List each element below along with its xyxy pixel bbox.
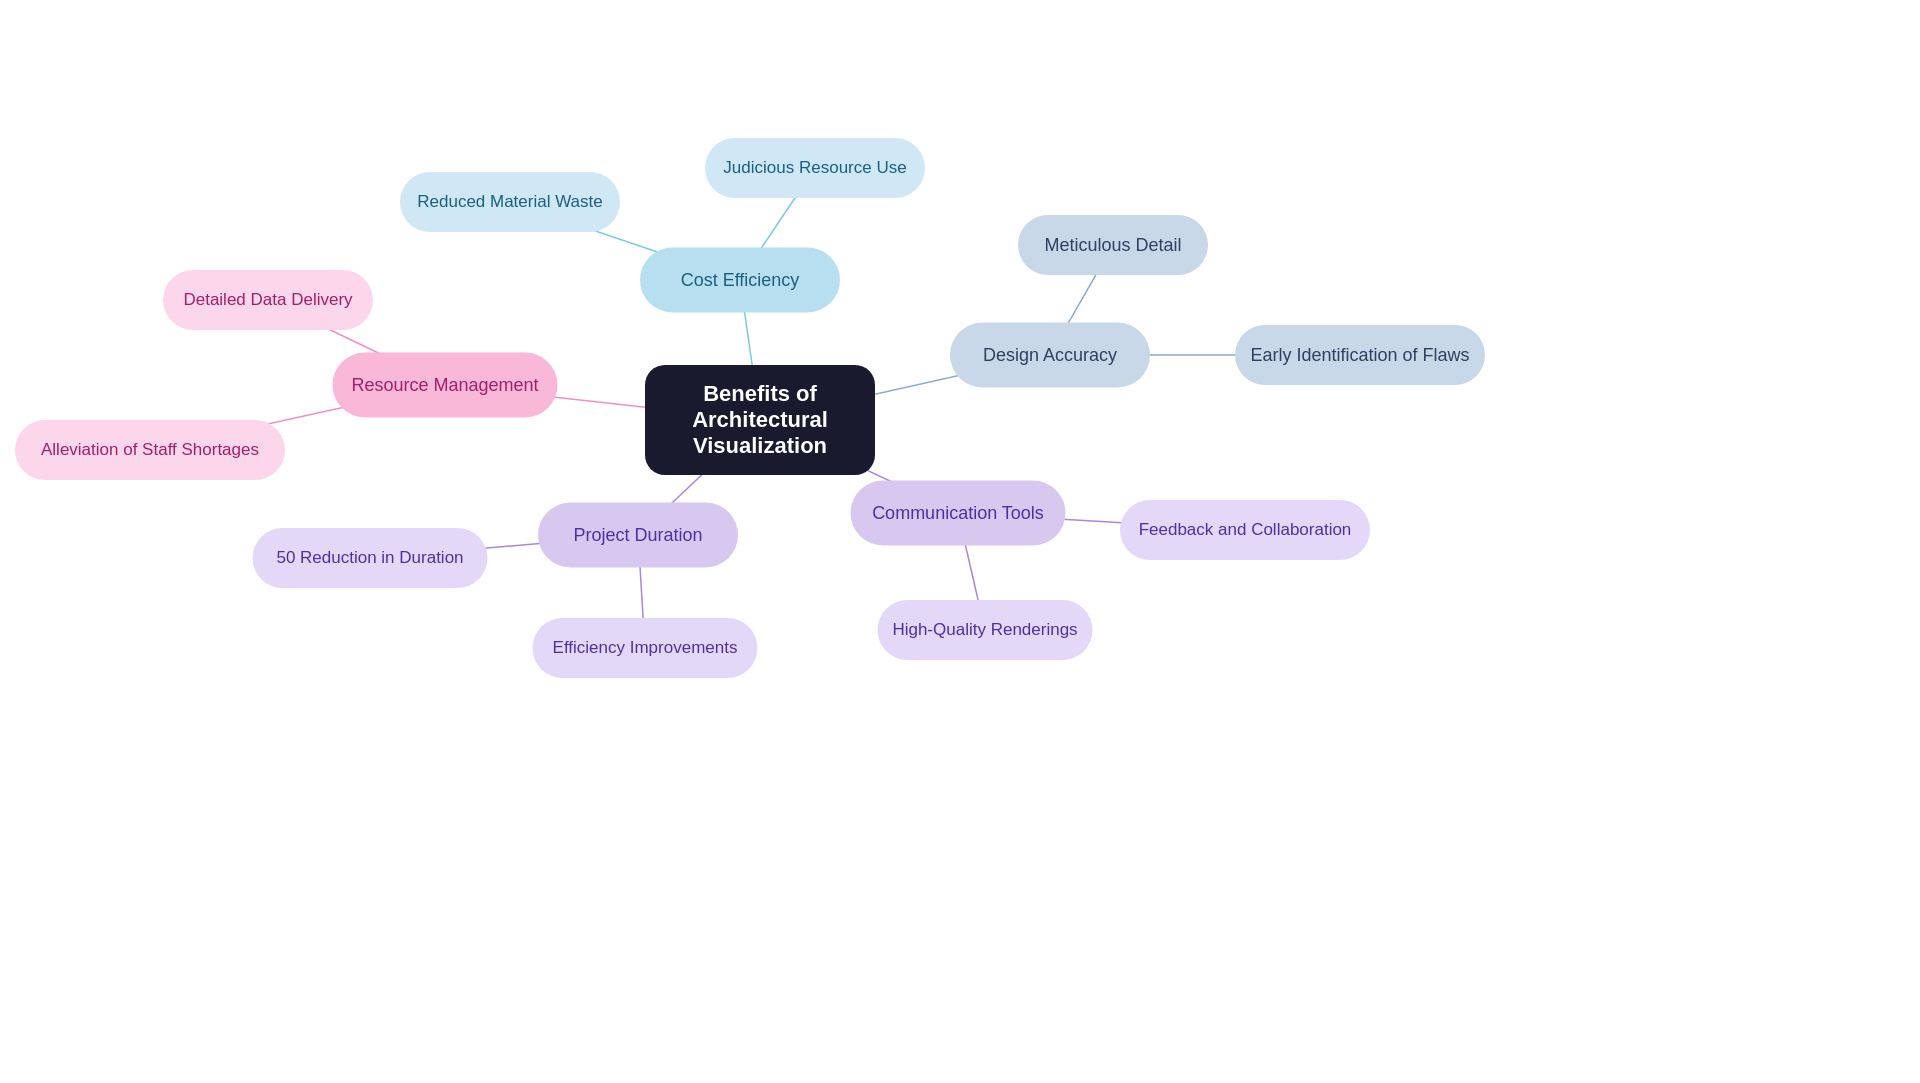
node-early-identification: Early Identification of Flaws: [1235, 325, 1485, 385]
node-reduction-duration: 50 Reduction in Duration: [253, 528, 488, 588]
node-communication-tools: Communication Tools: [851, 481, 1066, 546]
node-alleviation-staff: Alleviation of Staff Shortages: [15, 420, 285, 480]
node-reduced-material: Reduced Material Waste: [400, 172, 620, 232]
node-cost-efficiency: Cost Efficiency: [640, 248, 840, 313]
node-detailed-data: Detailed Data Delivery: [163, 270, 373, 330]
node-judicious-resource: Judicious Resource Use: [705, 138, 925, 198]
node-high-quality: High-Quality Renderings: [878, 600, 1093, 660]
node-efficiency-improvements: Efficiency Improvements: [533, 618, 758, 678]
node-design-accuracy: Design Accuracy: [950, 323, 1150, 388]
node-feedback-collab: Feedback and Collaboration: [1120, 500, 1370, 560]
node-resource-management: Resource Management: [333, 353, 558, 418]
center-node: Benefits of Architectural Visualization: [645, 365, 875, 475]
node-meticulous-detail: Meticulous Detail: [1018, 215, 1208, 275]
node-project-duration: Project Duration: [538, 503, 738, 568]
mind-map: Benefits of Architectural VisualizationC…: [0, 0, 1920, 1083]
